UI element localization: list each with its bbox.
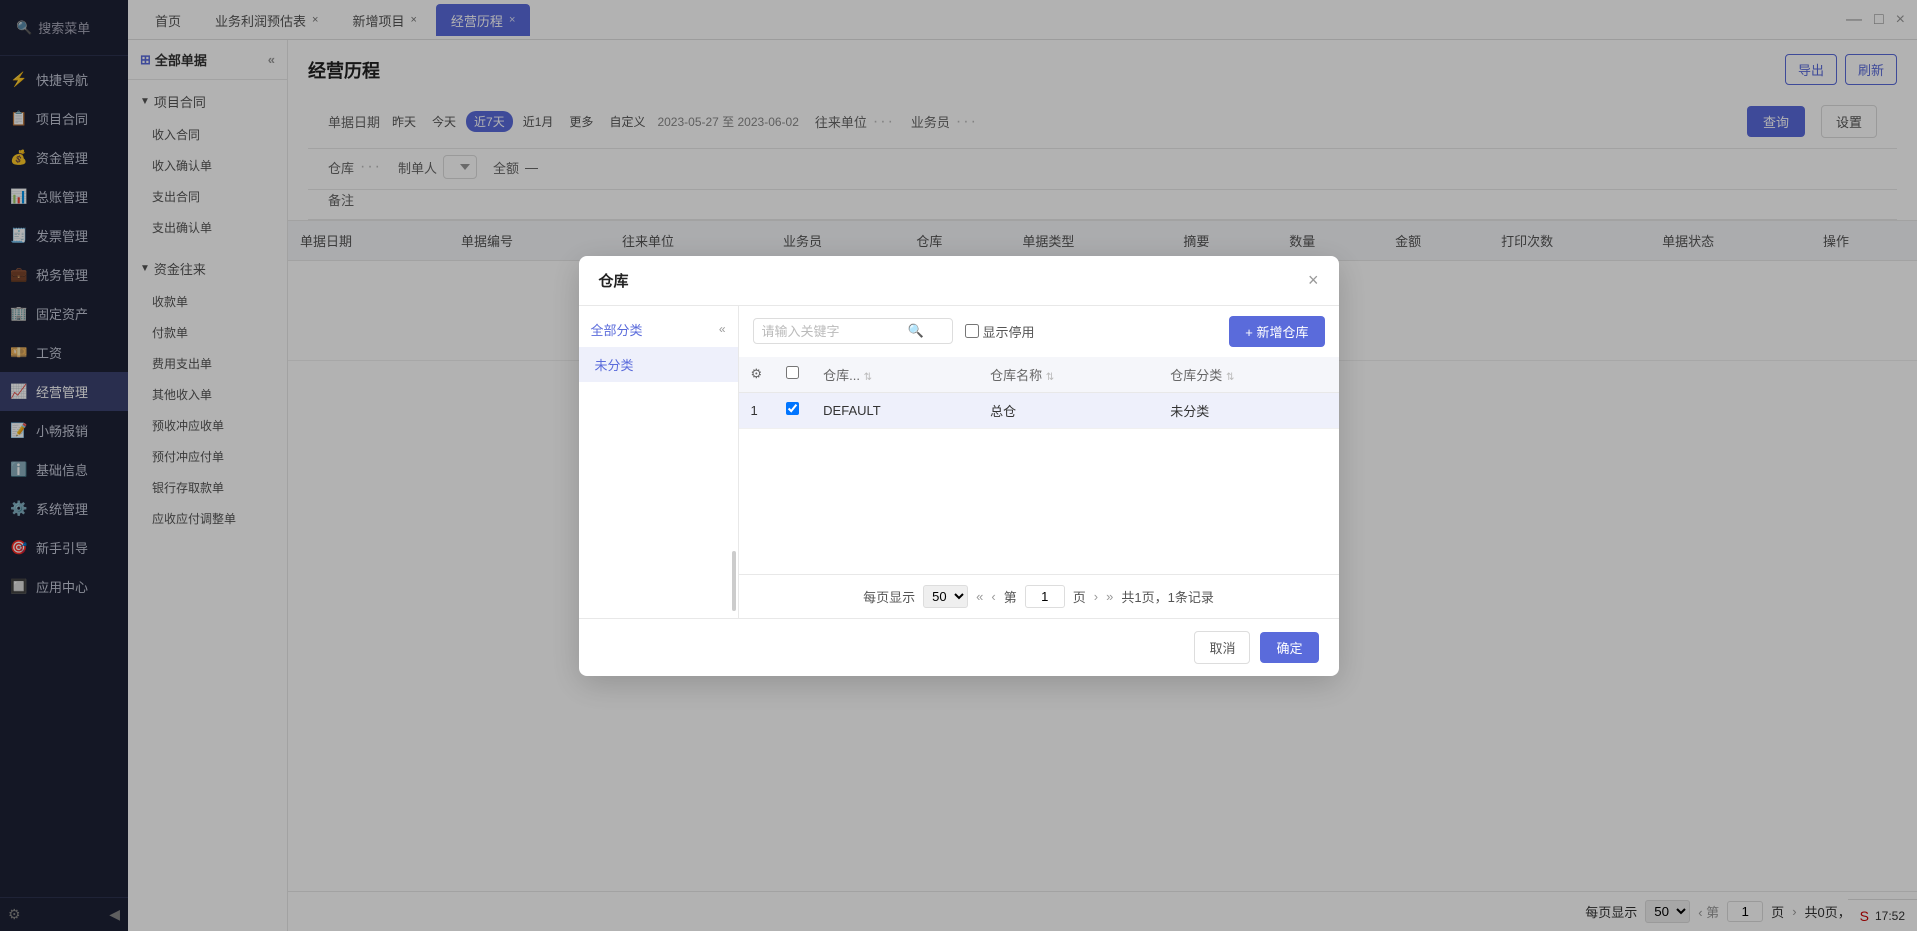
modal-page-suffix: 页 <box>1073 587 1086 606</box>
modal-body: 全部分类 « 未分类 🔍 <box>579 306 1339 618</box>
warehouse-modal: 仓库 × 全部分类 « 未分类 <box>579 256 1339 676</box>
cancel-button[interactable]: 取消 <box>1194 631 1250 664</box>
modal-col-checkbox <box>774 357 811 393</box>
warehouse-search-input[interactable] <box>762 324 902 339</box>
modal-row-num: 1 <box>739 392 775 428</box>
modal-right-panel: 🔍 显示停用 + 新增仓库 ⚙ <box>739 306 1339 618</box>
modal-overlay: 仓库 × 全部分类 « 未分类 <box>0 0 1917 931</box>
modal-next-page-icon[interactable]: › <box>1094 589 1098 604</box>
modal-left-item-unclassified[interactable]: 未分类 <box>579 347 738 382</box>
sort-code-icon[interactable]: ⇅ <box>864 372 872 383</box>
modal-left-collapse-icon[interactable]: « <box>719 322 726 336</box>
modal-pagination-bar: 每页显示 50 « ‹ 第 页 › » 共1页，1条记录 <box>739 574 1339 618</box>
modal-first-page-icon[interactable]: « <box>976 589 983 604</box>
modal-row-checkbox-cell <box>774 392 811 428</box>
modal-table: ⚙ 仓库... ⇅ 仓库名称 ⇅ <box>739 357 1339 429</box>
modal-per-page-label: 每页显示 <box>863 587 915 606</box>
modal-row-name: 总仓 <box>978 392 1158 428</box>
modal-row-checkbox[interactable] <box>786 402 799 415</box>
modal-per-page-select[interactable]: 50 <box>923 585 968 608</box>
modal-last-page-icon[interactable]: » <box>1106 589 1113 604</box>
modal-actions: 取消 确定 <box>579 618 1339 676</box>
show-disabled-checkbox[interactable] <box>965 324 979 338</box>
sort-category-icon[interactable]: ⇅ <box>1226 372 1234 383</box>
confirm-button[interactable]: 确定 <box>1260 632 1318 663</box>
modal-toolbar-left: 🔍 显示停用 <box>753 318 1035 344</box>
show-disabled-label: 显示停用 <box>983 322 1035 341</box>
show-disabled-toggle: 显示停用 <box>965 322 1035 341</box>
modal-left-header: 全部分类 « <box>579 316 738 347</box>
modal-col-name: 仓库名称 ⇅ <box>978 357 1158 393</box>
search-icon: 🔍 <box>908 323 924 339</box>
modal-close-icon[interactable]: × <box>1308 270 1319 291</box>
modal-prev-page-icon[interactable]: ‹ <box>991 589 995 604</box>
modal-total: 共1页，1条记录 <box>1121 587 1213 606</box>
modal-title: 仓库 <box>599 270 629 291</box>
sort-name-icon[interactable]: ⇅ <box>1046 372 1054 383</box>
modal-left-category[interactable]: 全部分类 <box>591 320 643 339</box>
modal-left-scroll: 未分类 <box>579 347 738 547</box>
modal-col-category: 仓库分类 ⇅ <box>1158 357 1338 393</box>
modal-page-label: 第 <box>1004 587 1017 606</box>
modal-col-code: 仓库... ⇅ <box>811 357 978 393</box>
modal-header: 仓库 × <box>579 256 1339 306</box>
add-warehouse-button[interactable]: + 新增仓库 <box>1229 316 1324 347</box>
modal-left-scrollbar-container <box>579 551 738 611</box>
modal-select-all-checkbox[interactable] <box>786 366 799 379</box>
search-box: 🔍 <box>753 318 953 344</box>
modal-toolbar: 🔍 显示停用 + 新增仓库 <box>739 306 1339 357</box>
modal-page-input[interactable] <box>1025 585 1065 608</box>
modal-left-panel: 全部分类 « 未分类 <box>579 306 739 618</box>
modal-col-settings[interactable]: ⚙ <box>739 357 775 393</box>
modal-table-row[interactable]: 1 DEFAULT 总仓 未分类 <box>739 392 1339 428</box>
modal-row-code: DEFAULT <box>811 392 978 428</box>
modal-row-category: 未分类 <box>1158 392 1338 428</box>
modal-table-wrap: ⚙ 仓库... ⇅ 仓库名称 ⇅ <box>739 357 1339 574</box>
modal-scrollbar[interactable] <box>732 551 736 611</box>
